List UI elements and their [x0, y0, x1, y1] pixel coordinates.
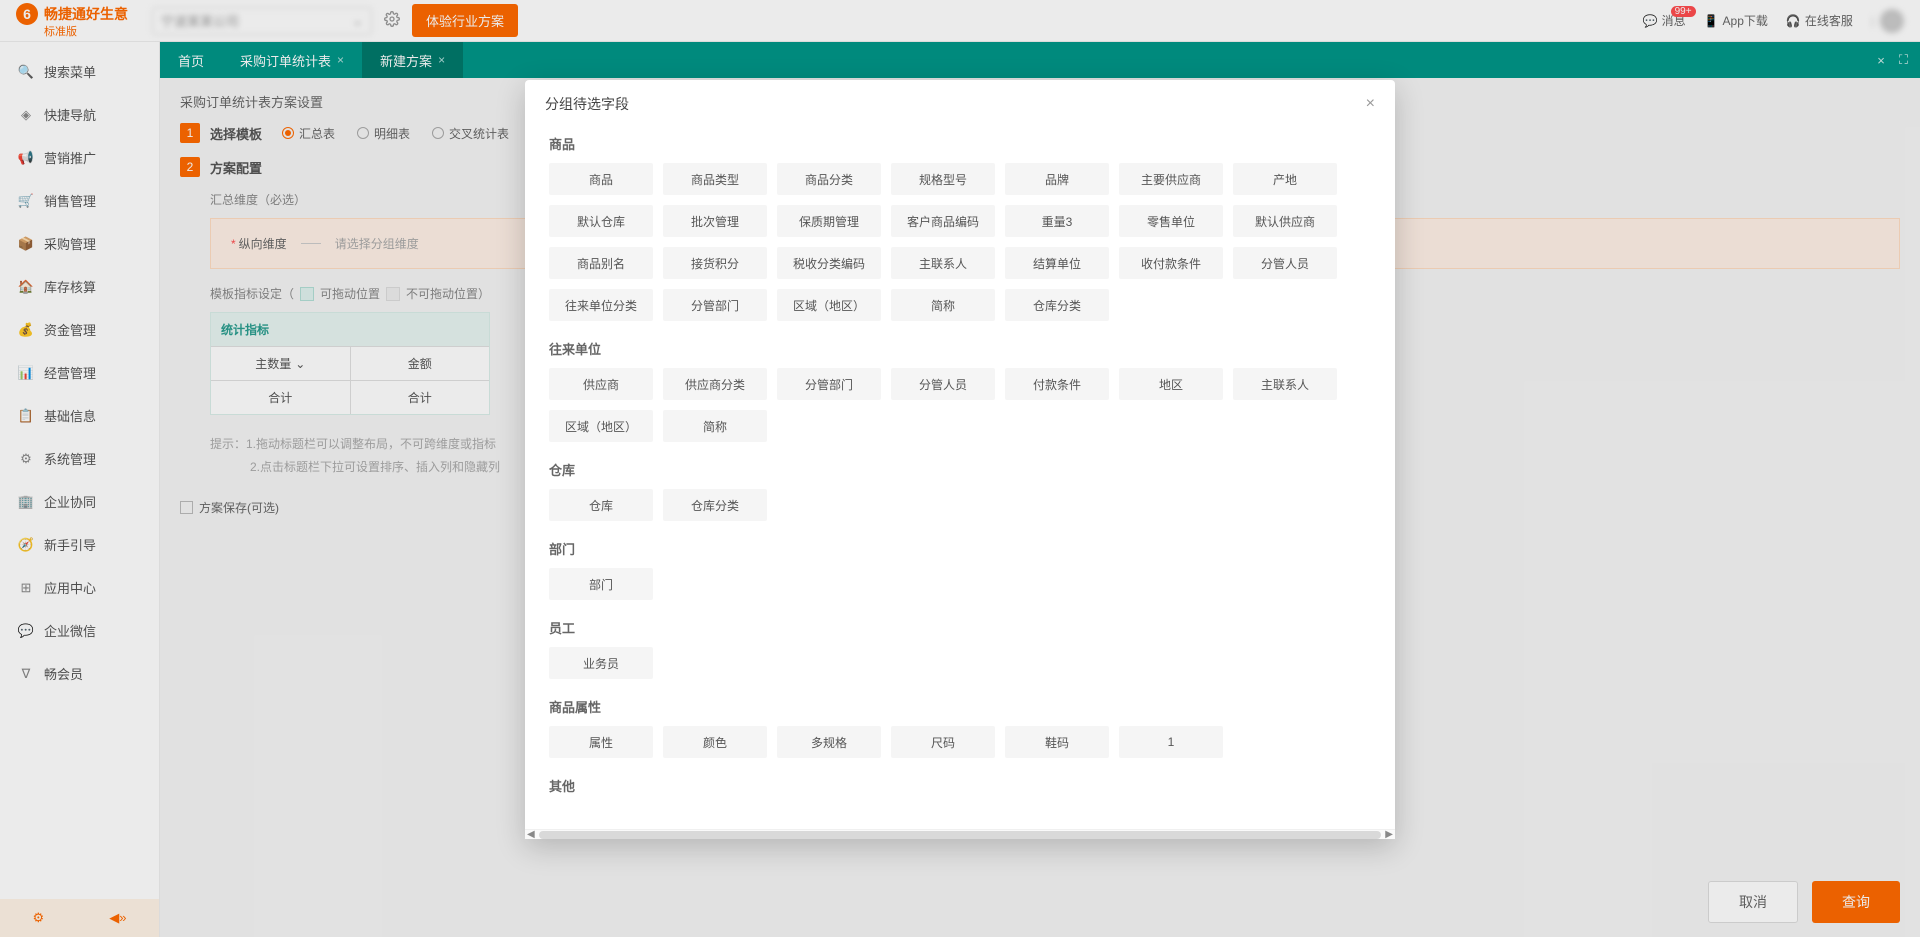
- modal-close-icon[interactable]: ×: [1366, 95, 1375, 113]
- field-chip[interactable]: 品牌: [1005, 163, 1109, 195]
- field-group: 其他: [549, 776, 1381, 805]
- field-chip[interactable]: 尺码: [891, 726, 995, 758]
- field-group: 往来单位供应商供应商分类分管部门分管人员付款条件地区主联系人区域（地区） 简称: [549, 339, 1381, 442]
- field-group: 商品属性属性颜色多规格尺码鞋码 1: [549, 697, 1381, 758]
- modal-horizontal-scrollbar[interactable]: ◀ ▶: [525, 829, 1395, 839]
- field-chip[interactable]: 部门: [549, 568, 653, 600]
- field-chip[interactable]: 主要供应商: [1119, 163, 1223, 195]
- field-chip[interactable]: 客户商品编码: [891, 205, 995, 237]
- field-group-title: 其他: [549, 776, 1381, 795]
- field-group: 部门部门: [549, 539, 1381, 600]
- field-chip[interactable]: 仓库: [549, 489, 653, 521]
- field-chip[interactable]: 仓库分类: [663, 489, 767, 521]
- field-chip[interactable]: 多规格: [777, 726, 881, 758]
- scroll-left-icon[interactable]: ◀: [527, 829, 535, 840]
- field-group-title: 仓库: [549, 460, 1381, 479]
- field-chip[interactable]: 仓库分类: [1005, 289, 1109, 321]
- field-group: 员工业务员: [549, 618, 1381, 679]
- field-chip[interactable]: 区域（地区）: [777, 289, 881, 321]
- field-chip[interactable]: 供应商分类: [663, 368, 767, 400]
- field-chip[interactable]: 收付款条件: [1119, 247, 1223, 279]
- field-chip[interactable]: 结算单位: [1005, 247, 1109, 279]
- field-chip[interactable]: 区域（地区）: [549, 410, 653, 442]
- field-chip[interactable]: 1: [1119, 726, 1223, 758]
- field-chip[interactable]: 商品分类: [777, 163, 881, 195]
- field-chip[interactable]: 付款条件: [1005, 368, 1109, 400]
- field-chip[interactable]: 产地: [1233, 163, 1337, 195]
- field-chip[interactable]: 税收分类编码: [777, 247, 881, 279]
- field-chip[interactable]: 鞋码: [1005, 726, 1109, 758]
- field-picker-modal: 分组待选字段 × 商品商品商品类型商品分类规格型号品牌主要供应商产地默认仓库批次…: [525, 80, 1395, 839]
- scroll-right-icon[interactable]: ▶: [1385, 829, 1393, 840]
- field-chip[interactable]: 往来单位分类: [549, 289, 653, 321]
- field-chip[interactable]: 分管部门: [663, 289, 767, 321]
- field-group-title: 部门: [549, 539, 1381, 558]
- field-group: 商品商品商品类型商品分类规格型号品牌主要供应商产地默认仓库批次管理保质期管理客户…: [549, 134, 1381, 321]
- field-chip[interactable]: 简称: [663, 410, 767, 442]
- field-chip[interactable]: 重量3: [1005, 205, 1109, 237]
- field-chip[interactable]: 商品类型: [663, 163, 767, 195]
- field-chip[interactable]: 批次管理: [663, 205, 767, 237]
- field-chip[interactable]: 默认仓库: [549, 205, 653, 237]
- field-chip[interactable]: 简称: [891, 289, 995, 321]
- field-chip[interactable]: 默认供应商: [1233, 205, 1337, 237]
- field-group: 仓库仓库仓库分类: [549, 460, 1381, 521]
- field-group-title: 往来单位: [549, 339, 1381, 358]
- field-chip[interactable]: 分管人员: [1233, 247, 1337, 279]
- field-chip[interactable]: 地区: [1119, 368, 1223, 400]
- field-chip[interactable]: 颜色: [663, 726, 767, 758]
- field-chip[interactable]: 分管人员: [891, 368, 995, 400]
- field-chip[interactable]: 主联系人: [891, 247, 995, 279]
- field-chip[interactable]: 商品别名: [549, 247, 653, 279]
- modal-overlay: 分组待选字段 × 商品商品商品类型商品分类规格型号品牌主要供应商产地默认仓库批次…: [0, 0, 1920, 937]
- field-chip[interactable]: 分管部门: [777, 368, 881, 400]
- field-chip[interactable]: 规格型号: [891, 163, 995, 195]
- field-group-title: 商品: [549, 134, 1381, 153]
- field-chip[interactable]: 属性: [549, 726, 653, 758]
- field-chip[interactable]: 业务员: [549, 647, 653, 679]
- field-chip[interactable]: 零售单位: [1119, 205, 1223, 237]
- modal-title: 分组待选字段: [545, 94, 629, 114]
- field-chip[interactable]: 主联系人: [1233, 368, 1337, 400]
- field-chip[interactable]: 供应商: [549, 368, 653, 400]
- field-group-title: 员工: [549, 618, 1381, 637]
- field-chip[interactable]: 接货积分: [663, 247, 767, 279]
- field-chip[interactable]: 保质期管理: [777, 205, 881, 237]
- field-group-title: 商品属性: [549, 697, 1381, 716]
- field-chip[interactable]: 商品: [549, 163, 653, 195]
